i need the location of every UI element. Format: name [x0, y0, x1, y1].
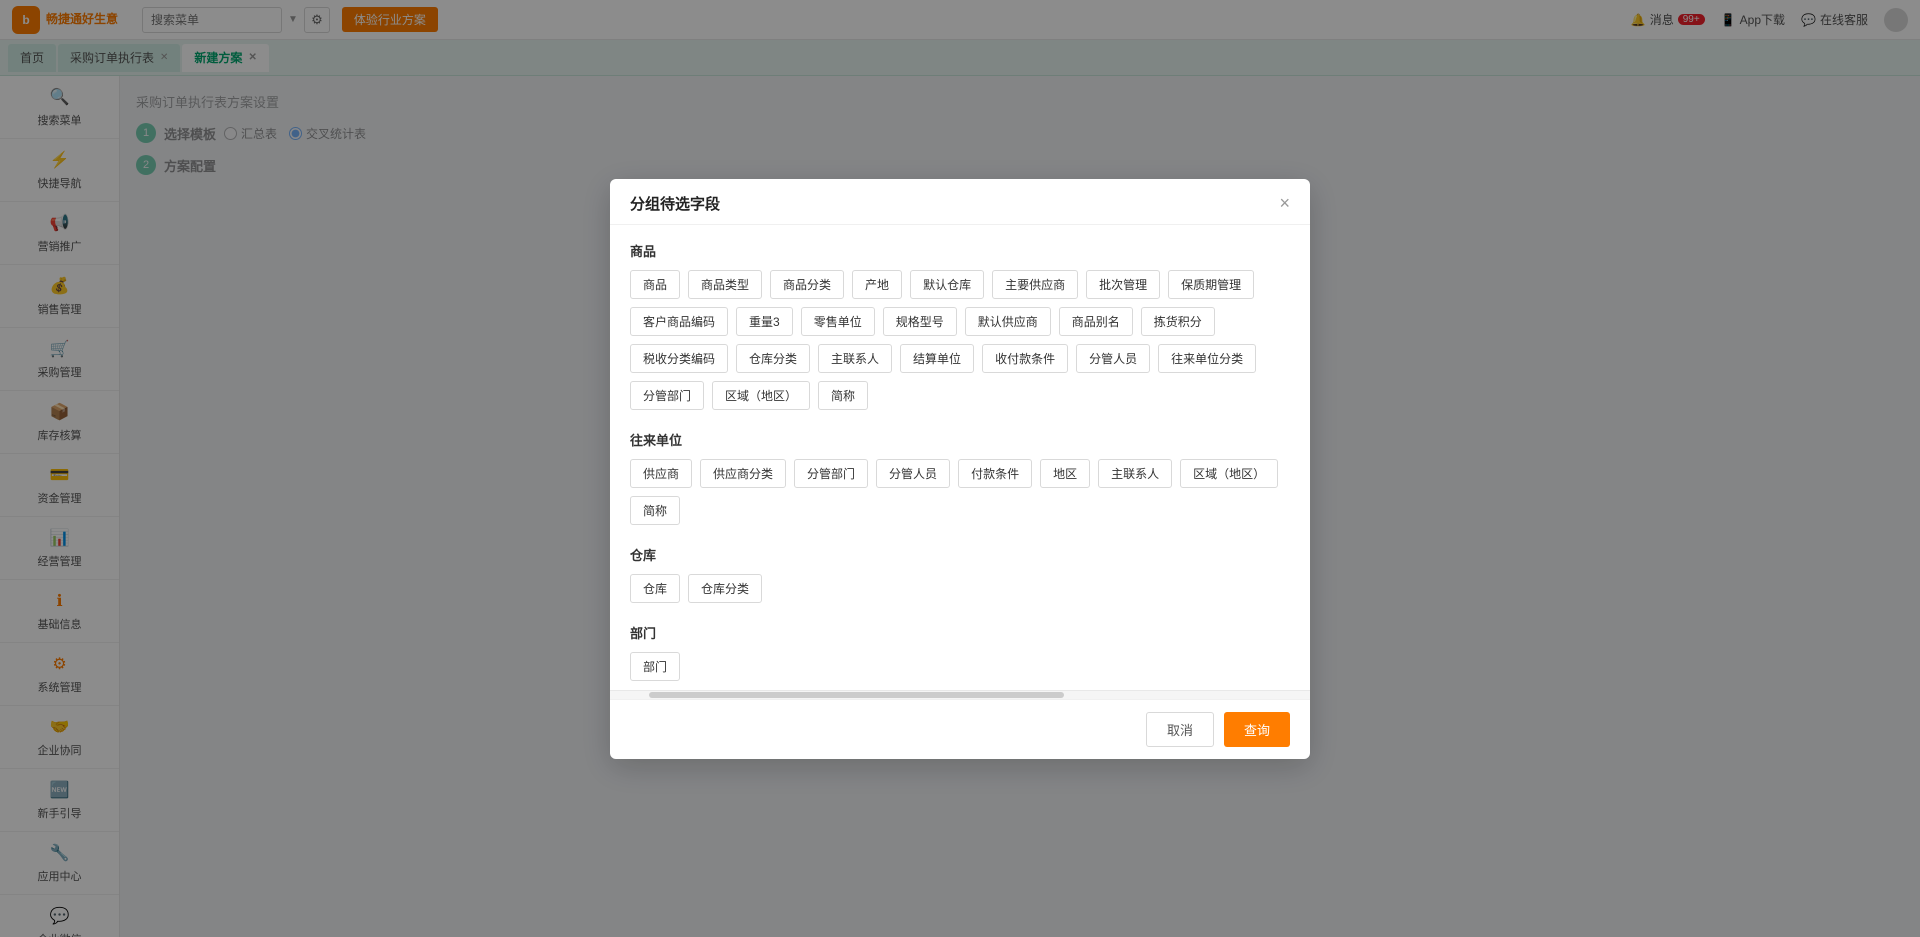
field-tag-1-0[interactable]: 供应商 — [630, 459, 692, 488]
field-tag-1-4[interactable]: 付款条件 — [958, 459, 1032, 488]
field-section-3: 部门部门 — [630, 623, 1290, 681]
section-title-1: 往来单位 — [630, 430, 1290, 449]
modal-horizontal-scrollbar[interactable] — [610, 690, 1310, 698]
field-tag-1-5[interactable]: 地区 — [1040, 459, 1090, 488]
field-tag-0-4[interactable]: 默认仓库 — [910, 270, 984, 299]
cancel-button[interactable]: 取消 — [1146, 712, 1214, 747]
field-tag-3-0[interactable]: 部门 — [630, 652, 680, 681]
field-tag-0-10[interactable]: 零售单位 — [801, 307, 875, 336]
field-tag-0-17[interactable]: 主联系人 — [818, 344, 892, 373]
field-tag-0-13[interactable]: 商品别名 — [1059, 307, 1133, 336]
field-tag-0-16[interactable]: 仓库分类 — [736, 344, 810, 373]
main-layout: 🔍 搜索菜单 ⚡ 快捷导航 📢 营销推广 💰 销售管理 🛒 采购管理 📦 库存核… — [0, 76, 1920, 937]
field-section-1: 往来单位供应商供应商分类分管部门分管人员付款条件地区主联系人区域（地区） 简称 — [630, 430, 1290, 525]
field-tag-0-7[interactable]: 保质期管理 — [1168, 270, 1254, 299]
field-grid-2: 仓库仓库分类 — [630, 574, 1290, 603]
field-tag-1-8[interactable]: 简称 — [630, 496, 680, 525]
field-tag-1-3[interactable]: 分管人员 — [876, 459, 950, 488]
field-tag-0-5[interactable]: 主要供应商 — [992, 270, 1078, 299]
field-tag-0-14[interactable]: 拣货积分 — [1141, 307, 1215, 336]
field-tag-1-7[interactable]: 区域（地区） — [1180, 459, 1278, 488]
section-title-2: 仓库 — [630, 545, 1290, 564]
field-tag-0-23[interactable]: 区域（地区） — [712, 381, 810, 410]
field-tag-2-0[interactable]: 仓库 — [630, 574, 680, 603]
modal-hscroll-thumb — [649, 692, 1064, 698]
content-area: 采购订单执行表方案设置 1 选择模板 汇总表 交叉统计表 2 方案配置 — [120, 76, 1920, 937]
field-section-2: 仓库仓库仓库分类 — [630, 545, 1290, 603]
confirm-button[interactable]: 查询 — [1224, 712, 1290, 747]
modal-body: 商品商品商品类型商品分类产地默认仓库主要供应商批次管理保质期管理客户商品编码重量… — [610, 225, 1310, 691]
field-tag-0-0[interactable]: 商品 — [630, 270, 680, 299]
field-grid-1: 供应商供应商分类分管部门分管人员付款条件地区主联系人区域（地区） 简称 — [630, 459, 1290, 525]
field-tag-1-1[interactable]: 供应商分类 — [700, 459, 786, 488]
field-selection-modal: 分组待选字段 × 商品商品商品类型商品分类产地默认仓库主要供应商批次管理保质期管… — [610, 179, 1310, 759]
field-tag-0-6[interactable]: 批次管理 — [1086, 270, 1160, 299]
field-tag-0-24[interactable]: 简称 — [818, 381, 868, 410]
field-tag-0-21[interactable]: 往来单位分类 — [1158, 344, 1256, 373]
field-section-0: 商品商品商品类型商品分类产地默认仓库主要供应商批次管理保质期管理客户商品编码重量… — [630, 241, 1290, 410]
field-tag-2-1[interactable]: 仓库分类 — [688, 574, 762, 603]
field-tag-0-1[interactable]: 商品类型 — [688, 270, 762, 299]
field-tag-0-8[interactable]: 客户商品编码 — [630, 307, 728, 336]
field-tag-0-12[interactable]: 默认供应商 — [965, 307, 1051, 336]
field-tag-0-3[interactable]: 产地 — [852, 270, 902, 299]
modal-footer: 取消 查询 — [610, 699, 1310, 759]
section-title-3: 部门 — [630, 623, 1290, 642]
field-tag-0-20[interactable]: 分管人员 — [1076, 344, 1150, 373]
field-tag-0-15[interactable]: 税收分类编码 — [630, 344, 728, 373]
field-tag-0-19[interactable]: 收付款条件 — [982, 344, 1068, 373]
field-tag-1-2[interactable]: 分管部门 — [794, 459, 868, 488]
field-tag-1-6[interactable]: 主联系人 — [1098, 459, 1172, 488]
section-title-0: 商品 — [630, 241, 1290, 260]
modal-overlay: 分组待选字段 × 商品商品商品类型商品分类产地默认仓库主要供应商批次管理保质期管… — [120, 76, 1920, 937]
field-tag-0-11[interactable]: 规格型号 — [883, 307, 957, 336]
field-tag-0-2[interactable]: 商品分类 — [770, 270, 844, 299]
modal-close-button[interactable]: × — [1279, 193, 1290, 214]
field-tag-0-9[interactable]: 重量3 — [736, 307, 793, 336]
field-tag-0-18[interactable]: 结算单位 — [900, 344, 974, 373]
modal-title: 分组待选字段 — [630, 193, 720, 214]
field-tag-0-22[interactable]: 分管部门 — [630, 381, 704, 410]
field-grid-0: 商品商品类型商品分类产地默认仓库主要供应商批次管理保质期管理客户商品编码重量3 零… — [630, 270, 1290, 410]
field-grid-3: 部门 — [630, 652, 1290, 681]
modal-header: 分组待选字段 × — [610, 179, 1310, 225]
